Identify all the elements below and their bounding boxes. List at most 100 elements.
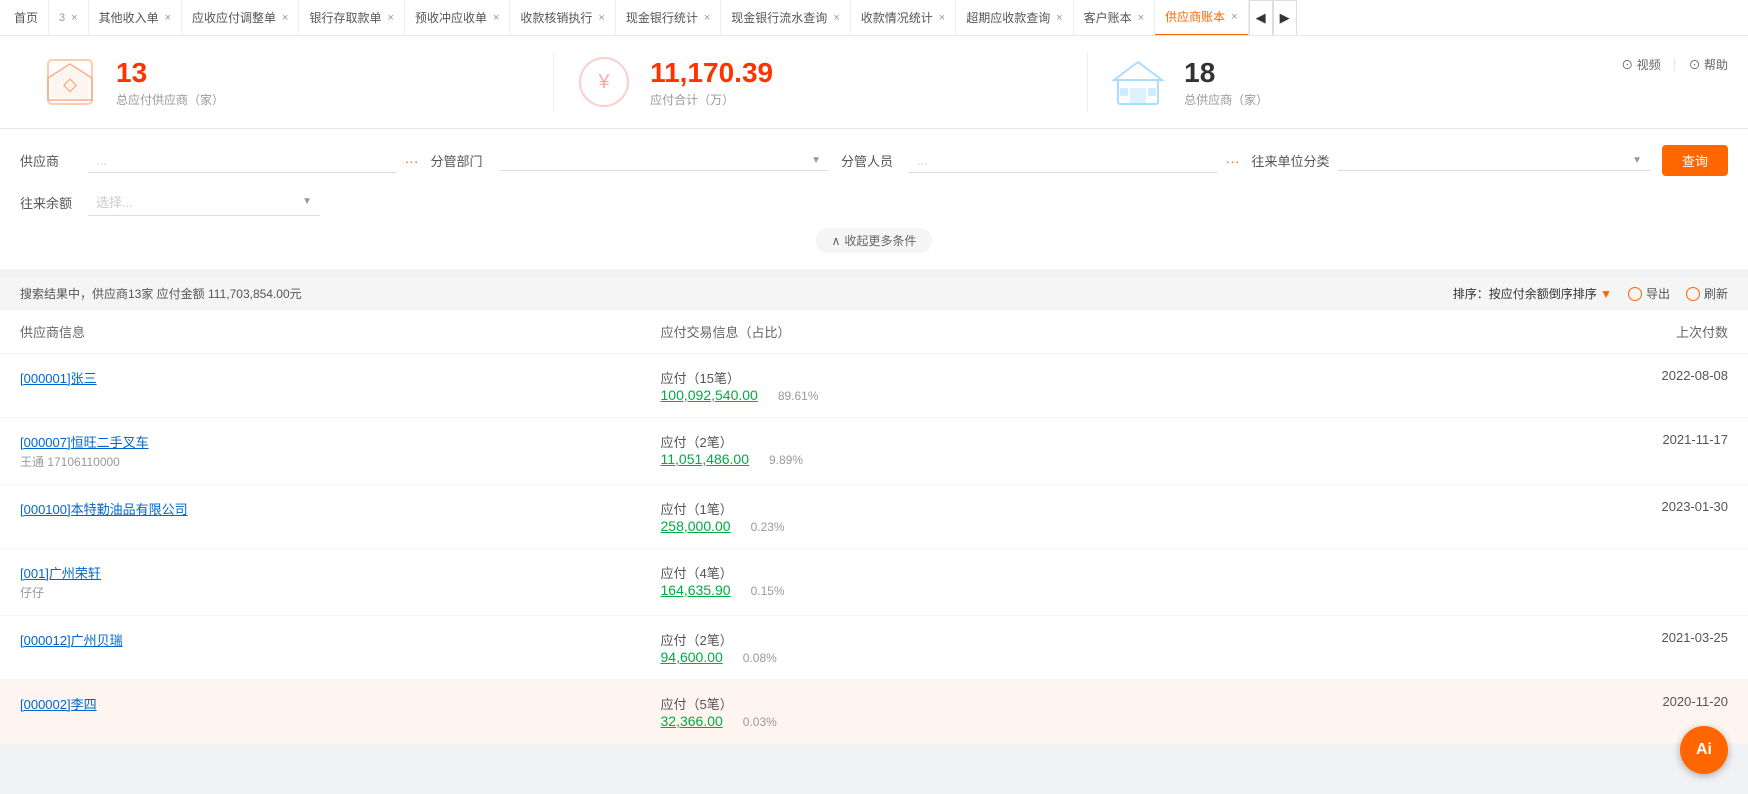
supplier-sub: 王通 17106110000 [20,453,661,470]
trans-percent: 0.23% [751,520,785,534]
close-icon[interactable]: × [493,12,499,24]
nav-tab-prepay[interactable]: 预收冲应收单 × [405,0,510,36]
supplier-link[interactable]: [001]广州荣轩 [20,563,661,582]
supplier-input[interactable] [88,149,397,173]
close-icon[interactable]: × [282,12,288,24]
nav-tab-overdue[interactable]: 超期应收款查询 × [956,0,1073,36]
close-icon[interactable]: × [1231,11,1237,23]
help-icon: ⊙ [1689,58,1701,72]
table-row[interactable]: [000100]本特勤油品有限公司 应付（1笔） 258,000.00 0.23… [0,485,1748,549]
person-ellipsis[interactable]: ··· [1226,153,1240,169]
shop-icon [1108,52,1168,112]
chevron-down-icon[interactable]: ▼ [1600,287,1612,301]
last-pay: 2021-11-17 [1301,432,1728,447]
trans-amount[interactable]: 258,000.00 [661,518,731,534]
close-icon[interactable]: × [598,12,604,24]
help-link[interactable]: ⊙ 帮助 [1689,56,1728,73]
trans-percent: 9.89% [769,453,803,467]
table-row[interactable]: [000012]广州贝瑞 应付（2笔） 94,600.00 0.08% 2021… [0,616,1748,680]
supplier-info: [000001]张三 [20,368,661,387]
close-icon[interactable]: × [1138,12,1144,24]
person-label: 分管人员 [841,151,901,170]
nav-tab-customer-book[interactable]: 客户账本 × [1074,0,1155,36]
chevron-down-icon: ▼ [811,155,821,166]
search-row-2: 往来余额 选择... ▼ [20,188,1728,216]
nav-tab-bank[interactable]: 银行存取款单 × [299,0,404,36]
trans-label: 应付（1笔） [661,499,1302,518]
close-icon[interactable]: × [1056,12,1062,24]
collapse-section: ∧ 收起更多条件 [20,228,1728,253]
table-row[interactable]: [000002]李四 应付（5笔） 32,366.00 0.03% 2020-1… [0,680,1748,744]
close-icon[interactable]: × [833,12,839,24]
nav-tab-collection[interactable]: 收款核销执行 × [510,0,615,36]
nav-arrow-right[interactable]: ▶ [1273,0,1297,36]
balance-label: 往来余额 [20,193,80,212]
ai-button[interactable]: Ai [1680,726,1728,774]
export-icon [1628,287,1642,301]
svg-text:¥: ¥ [598,71,611,93]
close-icon[interactable]: × [939,12,945,24]
supplier-link[interactable]: [000007]恒旺二手叉车 [20,432,661,451]
summary-card-total-suppliers: 18 总供应商（家） [1087,52,1621,112]
refresh-icon [1686,287,1700,301]
balance-field: 往来余额 选择... ▼ [20,188,320,216]
last-pay: 2022-08-08 [1301,368,1728,383]
export-button[interactable]: 导出 [1628,285,1670,302]
trans-amount[interactable]: 100,092,540.00 [661,387,758,403]
trans-amount[interactable]: 164,635.90 [661,582,731,598]
supplier-link[interactable]: [000001]张三 [20,368,661,387]
supplier-link[interactable]: [000100]本特勤油品有限公司 [20,499,661,518]
close-icon[interactable]: × [388,12,394,24]
summary-bar: ◇ 13 总应付供应商（家） ¥ 11,170.39 应付合计（万） [0,36,1748,129]
nav-tab-other-income[interactable]: 其他收入单 × [89,0,182,36]
table-row[interactable]: [000007]恒旺二手叉车 王通 17106110000 应付（2笔） 11,… [0,418,1748,485]
all-suppliers-num: 18 [1184,56,1268,90]
supplier-info: [000002]李四 [20,694,661,713]
nav-tab-cash-flow[interactable]: 现金银行流水查询 × [721,0,850,36]
last-pay: 2023-01-30 [1301,499,1728,514]
result-bar: 搜索结果中，供应商13家 应付金额 111,703,854.00元 排序：按应付… [0,277,1748,310]
supplier-link[interactable]: [000002]李四 [20,694,661,713]
header-supplier: 供应商信息 [20,322,661,341]
trans-amount[interactable]: 11,051,486.00 [661,451,750,467]
trans-amount[interactable]: 32,366.00 [661,713,723,729]
trans-percent: 89.61% [778,389,819,403]
nav-tab-supplier-book[interactable]: 供应商账本 × [1155,0,1248,36]
balance-dropdown[interactable]: 选择... ▼ [88,188,320,216]
video-link[interactable]: ⊙ 视频 [1621,56,1660,73]
header-transaction: 应付交易信息（占比） [661,322,1302,341]
trans-label: 应付（2笔） [661,630,1302,649]
person-input[interactable] [909,149,1218,173]
chevron-down-icon: ▼ [1632,155,1642,166]
transaction-info: 应付（5笔） 32,366.00 0.03% [661,694,1302,729]
nav-arrow-left[interactable]: ◀ [1249,0,1273,36]
table-row[interactable]: [001]广州荣轩 仔仔 应付（4笔） 164,635.90 0.15% [0,549,1748,616]
nav-tab-adjust[interactable]: 应收应付调整单 × [182,0,299,36]
chevron-down-icon: ▼ [302,196,312,207]
close-icon[interactable]: × [704,12,710,24]
dept-dropdown[interactable]: ▼ [499,151,830,171]
nav-tab-3[interactable]: 3 × [49,0,89,36]
close-icon[interactable]: × [71,12,77,24]
nav-tab-cash-stat[interactable]: 现金银行统计 × [616,0,721,36]
category-dropdown[interactable]: ▼ [1338,151,1650,171]
nav-tab-receipt-stat[interactable]: 收款情况统计 × [851,0,956,36]
supplier-link[interactable]: [000012]广州贝瑞 [20,630,661,649]
table-row[interactable]: [000001]张三 应付（15笔） 100,092,540.00 89.61%… [0,354,1748,418]
nav-tab-home[interactable]: 首页 [4,0,49,36]
supplier-info: [000100]本特勤油品有限公司 [20,499,661,518]
total-amount-label: 应付合计（万） [650,91,773,108]
refresh-button[interactable]: 刷新 [1686,285,1728,302]
total-amount-num: 11,170.39 [650,56,773,90]
total-suppliers-label: 总应付供应商（家） [116,91,224,108]
close-icon[interactable]: × [165,12,171,24]
collapse-button[interactable]: ∧ 收起更多条件 [816,228,933,253]
query-button[interactable]: 查询 [1662,145,1728,176]
trans-amount[interactable]: 94,600.00 [661,649,723,665]
category-field: 往来单位分类 ▼ [1252,151,1651,171]
supplier-ellipsis[interactable]: ··· [405,153,419,169]
last-pay: 2020-11-20 [1301,694,1728,709]
summary-card-amount: ¥ 11,170.39 应付合计（万） [553,52,1087,112]
summary-card-suppliers: ◇ 13 总应付供应商（家） [20,52,553,112]
supplier-info: [000007]恒旺二手叉车 王通 17106110000 [20,432,661,470]
